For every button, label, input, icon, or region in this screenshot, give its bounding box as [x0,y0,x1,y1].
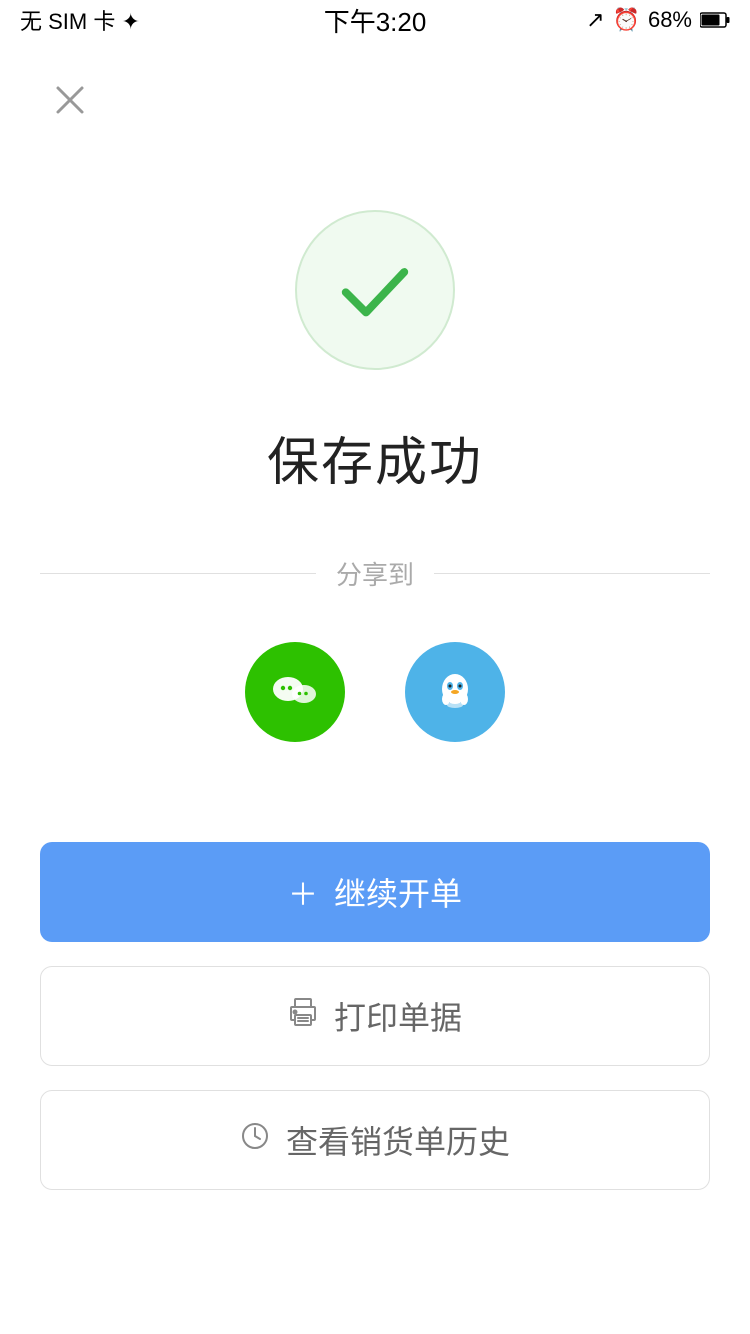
continue-button[interactable]: ＋ 继续开单 [40,842,710,942]
status-right: ↗ ⏰ 68% [586,7,730,33]
alarm-icon: ⏰ [613,7,640,33]
close-button[interactable] [30,60,110,140]
plus-icon: ＋ [288,870,318,914]
main-content: 保存成功 分享到 [0,160,750,1334]
print-button[interactable]: 打印单据 [40,966,710,1066]
wechat-share-button[interactable] [245,642,345,742]
battery-icon [700,12,730,28]
share-section: 分享到 [40,555,710,742]
print-icon [288,998,318,1034]
location-icon: ↗ [586,7,604,33]
print-label: 打印单据 [334,993,462,1039]
status-left: 无 SIM 卡 ✦ [20,4,140,36]
continue-label: 继续开单 [334,869,462,915]
success-title: 保存成功 [267,420,483,495]
history-icon [240,1121,270,1159]
qq-share-button[interactable] [405,642,505,742]
history-button[interactable]: 查看销货单历史 [40,1090,710,1190]
status-time: 下午3:20 [324,2,427,39]
divider-right [434,573,710,574]
history-label: 查看销货单历史 [286,1117,510,1163]
success-circle [295,210,455,370]
status-bar: 无 SIM 卡 ✦ 下午3:20 ↗ ⏰ 68% [0,0,750,40]
divider-left [40,573,316,574]
battery-level: 68% [648,7,692,33]
share-divider: 分享到 [40,555,710,592]
buttons-section: ＋ 继续开单 打印单据 [40,842,710,1190]
share-icons [40,642,710,742]
share-label: 分享到 [336,555,414,592]
sim-status: 无 SIM 卡 ✦ [20,4,140,36]
